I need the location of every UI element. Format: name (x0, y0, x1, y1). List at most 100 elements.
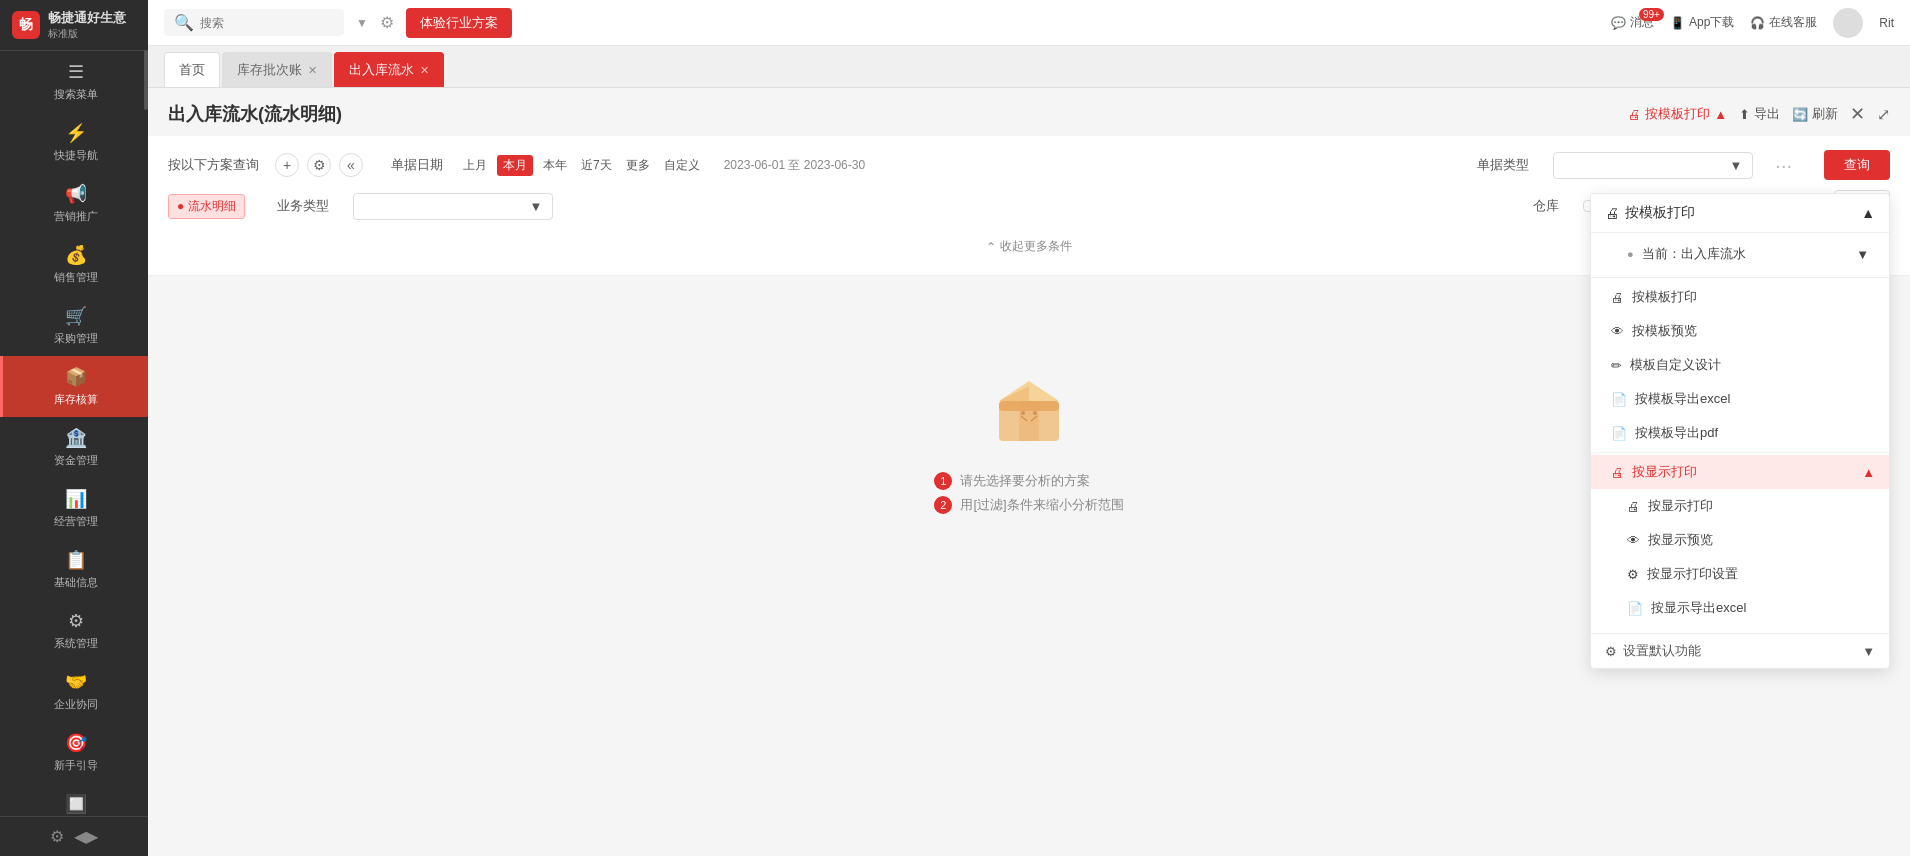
topbar-right: 💬 消息 99+ 📱 App下载 🎧 在线客服 Rit (1611, 8, 1894, 38)
sidebar-item-inventory[interactable]: 📦 库存核算 (0, 356, 148, 417)
sidebar-item-purchase[interactable]: 🛒 采购管理 (0, 295, 148, 356)
print-btn-label: 按模板打印 (1645, 105, 1710, 123)
sidebar-logo: 畅 畅捷通好生意 标准版 (0, 0, 148, 51)
dropdown-template-print[interactable]: 🖨 按模板打印 (1591, 280, 1889, 314)
settings-bottom-icon[interactable]: ⚙ (50, 827, 64, 846)
dropdown-display-print[interactable]: 🖨 按显示打印 (1591, 489, 1889, 523)
tab-flow-detail[interactable]: 出入库流水 ✕ (334, 52, 444, 87)
svg-marker-4 (999, 386, 1029, 401)
display-section-header[interactable]: 🖨 按显示打印 ▲ (1591, 455, 1889, 489)
tab-batch-account[interactable]: 库存批次账 ✕ (222, 52, 332, 87)
search-input[interactable] (200, 16, 320, 30)
tab-flow-detail-label: 出入库流水 (349, 61, 414, 79)
headset-icon: 🎧 (1750, 16, 1765, 30)
sidebar-item-search-menu[interactable]: ☰ 搜索菜单 (0, 51, 148, 112)
sidebar-item-system[interactable]: ⚙ 系统管理 (0, 600, 148, 661)
doc-type-chevron: ▼ (1729, 158, 1742, 173)
dropdown-current-item[interactable]: ● 当前：出入库流水 ▼ (1591, 237, 1889, 271)
template-custom-label: 模板自定义设计 (1630, 356, 1721, 374)
date-label: 单据日期 (391, 156, 443, 174)
dropdown-display-preview[interactable]: 👁 按显示预览 (1591, 523, 1889, 557)
date-range-display: 2023-06-01 至 2023-06-30 (724, 157, 865, 174)
dropdown-template-preview[interactable]: 👁 按模板预览 (1591, 314, 1889, 348)
app-download-item[interactable]: 📱 App下载 (1670, 14, 1734, 31)
sidebar-item-app-center[interactable]: 🔲 应用中心 (0, 783, 148, 816)
query-button[interactable]: 查询 (1824, 150, 1890, 180)
page-expand-icon[interactable]: ⤢ (1877, 105, 1890, 124)
tab-flow-detail-close[interactable]: ✕ (420, 64, 429, 77)
sidebar-item-operations[interactable]: 📊 经营管理 (0, 478, 148, 539)
page-close-icon[interactable]: ✕ (1850, 103, 1865, 125)
tab-home-label: 首页 (179, 61, 205, 79)
display-print-label: 按显示打印 (1648, 497, 1713, 515)
doc-type-select[interactable]: ▼ (1553, 152, 1753, 179)
sidebar-item-sales[interactable]: 💰 销售管理 (0, 234, 148, 295)
user-avatar[interactable] (1833, 8, 1863, 38)
collapse-label: 收起更多条件 (1000, 238, 1072, 255)
refresh-button[interactable]: 🔄 刷新 (1792, 105, 1838, 123)
tab-home[interactable]: 首页 (164, 52, 220, 87)
shortcut-this-month[interactable]: 本月 (497, 155, 533, 176)
filter-settings-button[interactable]: ⚙ (307, 153, 331, 177)
tab-batch-account-close[interactable]: ✕ (308, 64, 317, 77)
divider-1 (1591, 277, 1889, 278)
display-preview-label: 按显示预览 (1648, 531, 1713, 549)
dropdown-template-custom[interactable]: ✏ 模板自定义设计 (1591, 348, 1889, 382)
add-filter-button[interactable]: + (275, 153, 299, 177)
tip-text-2: 用[过滤]条件来缩小分析范围 (960, 496, 1123, 514)
sidebar-item-enterprise[interactable]: 🤝 企业协同 (0, 661, 148, 722)
filter-collapse-button[interactable]: « (339, 153, 363, 177)
sidebar-label-basic-info: 基础信息 (54, 575, 98, 590)
print-dropdown-button[interactable]: 🖨 按模板打印 ▲ (1628, 105, 1727, 123)
dropdown-template-export-pdf[interactable]: 📄 按模板导出pdf (1591, 416, 1889, 450)
collapse-chevron-up-icon: ⌃ (986, 240, 996, 254)
trial-button[interactable]: 体验行业方案 (406, 8, 512, 38)
shortcut-this-year[interactable]: 本年 (539, 155, 571, 176)
dropdown-chevron-up: ▲ (1861, 205, 1875, 221)
shortcut-custom[interactable]: 自定义 (660, 155, 704, 176)
refresh-btn-label: 刷新 (1812, 105, 1838, 123)
empty-illustration (979, 356, 1079, 456)
dropdown-display-print-settings[interactable]: ⚙ 按显示打印设置 (1591, 557, 1889, 591)
doc-type-more-icon[interactable]: ··· (1775, 154, 1792, 177)
template-export-pdf-label: 按模板导出pdf (1635, 424, 1718, 442)
enterprise-icon: 🤝 (65, 671, 87, 693)
dropdown-template-export-excel[interactable]: 📄 按模板导出excel (1591, 382, 1889, 416)
dropdown-footer[interactable]: ⚙ 设置默认功能 ▼ (1591, 633, 1889, 668)
empty-tip-1: 1 请先选择要分析的方案 (934, 472, 1123, 490)
sidebar-label-search-menu: 搜索菜单 (54, 87, 98, 102)
dropdown-display-export-excel[interactable]: 📄 按显示导出excel (1591, 591, 1889, 625)
logo-main-text: 畅捷通好生意 (48, 10, 126, 27)
topbar: 🔍 ▼ ⚙ 体验行业方案 💬 消息 99+ 📱 App下载 🎧 在线客服 Rit (148, 0, 1910, 46)
sidebar-item-basic-info[interactable]: 📋 基础信息 (0, 539, 148, 600)
collapse-sidebar-icon[interactable]: ◀▶ (74, 827, 98, 846)
sidebar-item-guide[interactable]: 🎯 新手引导 (0, 722, 148, 783)
dropdown-header-title: 按模板打印 (1625, 204, 1695, 222)
topbar-chevron-icon[interactable]: ▼ (356, 16, 368, 30)
message-item[interactable]: 💬 消息 99+ (1611, 14, 1654, 31)
display-print-settings-icon: ⚙ (1627, 567, 1639, 582)
business-type-chevron: ▼ (529, 199, 542, 214)
business-type-select[interactable]: ▼ (353, 193, 553, 220)
warehouse-label: 仓库 (1533, 197, 1559, 215)
topbar-search-box[interactable]: 🔍 (164, 9, 344, 36)
sidebar-label-enterprise: 企业协同 (54, 697, 98, 712)
topbar-gear-icon[interactable]: ⚙ (380, 13, 394, 32)
current-label-icon: ● (1627, 248, 1634, 260)
dropdown-display-export-pdf[interactable]: 📄 按显示导出pdf (1591, 625, 1889, 633)
shortcut-more[interactable]: 更多 (622, 155, 654, 176)
sidebar-label-guide: 新手引导 (54, 758, 98, 773)
flow-tag-icon: ● (177, 199, 184, 213)
shortcut-last-7-days[interactable]: 近7天 (577, 155, 616, 176)
shortcut-last-month[interactable]: 上月 (459, 155, 491, 176)
sidebar-item-quick-nav[interactable]: ⚡ 快捷导航 (0, 112, 148, 173)
dropdown-scrollable: ● 当前：出入库流水 ▼ 🖨 按模板打印 👁 按模板预览 ✏ 模板自定义设计 (1591, 233, 1889, 633)
online-service-item[interactable]: 🎧 在线客服 (1750, 14, 1817, 31)
sidebar-item-finance[interactable]: 🏦 资金管理 (0, 417, 148, 478)
print-dropdown-menu: 🖨 按模板打印 ▲ ● 当前：出入库流水 ▼ 🖨 按模板打印 (1590, 193, 1890, 669)
export-button[interactable]: ⬆ 导出 (1739, 105, 1780, 123)
sidebar-item-marketing[interactable]: 📢 营销推广 (0, 173, 148, 234)
footer-chevron-down: ▼ (1862, 644, 1875, 659)
flow-type-tag[interactable]: ● 流水明细 (168, 194, 245, 219)
marketing-icon: 📢 (65, 183, 87, 205)
